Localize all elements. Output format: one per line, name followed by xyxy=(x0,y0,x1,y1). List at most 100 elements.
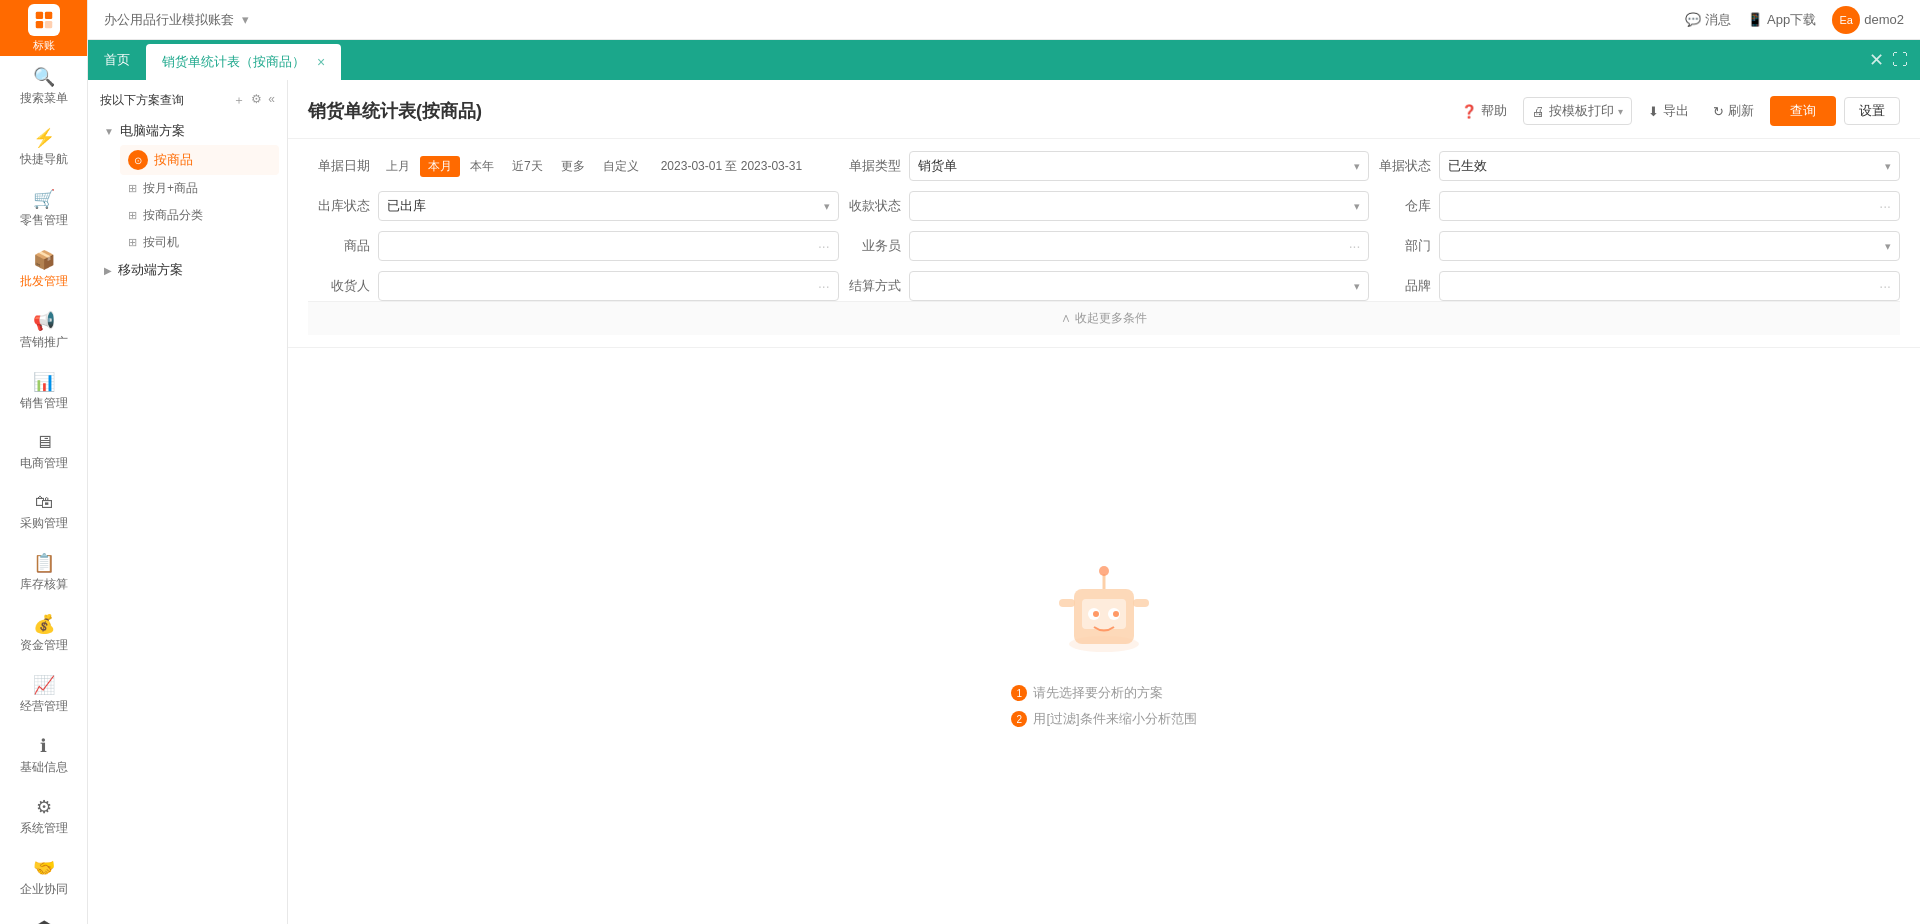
doc-status-select[interactable]: 已生效 ▾ xyxy=(1439,151,1900,181)
tab-bar: 首页 销货单统计表（按商品） × ✕ ⛶ xyxy=(88,40,1920,80)
sidebar-item-retail[interactable]: 🛒 零售管理 xyxy=(0,178,88,239)
svg-rect-3 xyxy=(44,20,51,27)
tab-home[interactable]: 首页 xyxy=(88,40,146,80)
app-download-btn[interactable]: 📱 App下载 xyxy=(1747,11,1816,29)
svg-rect-2 xyxy=(35,20,42,27)
query-btn[interactable]: 查询 xyxy=(1770,96,1836,126)
filter-cell-doc-type: 单据类型 销货单 ▾ xyxy=(839,151,1370,181)
user-name: demo2 xyxy=(1864,12,1904,27)
refresh-btn[interactable]: ↻ 刷新 xyxy=(1705,98,1762,124)
date-tabs: 上月 本月 本年 近7天 更多 自定义 xyxy=(378,156,647,177)
sidebar-item-search-label: 搜索菜单 xyxy=(20,90,68,107)
left-panel: 按以下方案查询 ＋ ⚙ « ▼ 电脑端方案 ⊙ xyxy=(88,80,288,924)
sidebar-item-wholesale[interactable]: 📦 批发管理 xyxy=(0,239,88,300)
tab-close-btn[interactable]: × xyxy=(317,54,325,70)
collapse-panel-btn[interactable]: « xyxy=(268,92,275,109)
tip-text-1: 请先选择要分析的方案 xyxy=(1033,684,1163,702)
tree-item-by-driver[interactable]: ⊞ 按司机 xyxy=(120,229,279,256)
settings-btn[interactable]: 设置 xyxy=(1844,97,1900,125)
tab-minimize-btn[interactable]: ✕ xyxy=(1869,49,1884,71)
receiver-input[interactable]: ··· xyxy=(378,271,839,301)
doc-type-select[interactable]: 销货单 ▾ xyxy=(909,151,1370,181)
sidebar-item-beginner[interactable]: 🎓 新手引导 xyxy=(0,908,88,924)
message-label: 消息 xyxy=(1705,11,1731,29)
sidebar-item-basic-info[interactable]: ℹ 基础信息 xyxy=(0,725,88,786)
tree-group-mobile[interactable]: ▶ 移动端方案 xyxy=(96,256,279,284)
marketing-icon: 📢 xyxy=(33,310,55,332)
filter-cell-collect-status: 收款状态 ▾ xyxy=(839,191,1370,221)
tree-item-by-month-goods-label: 按月+商品 xyxy=(143,180,198,197)
salesman-input[interactable]: ··· xyxy=(909,231,1370,261)
app-logo: 标账 xyxy=(0,0,88,56)
date-tab-this-month[interactable]: 本月 xyxy=(420,156,460,177)
filter-cell-goods: 商品 ··· xyxy=(308,231,839,261)
out-status-select[interactable]: 已出库 ▾ xyxy=(378,191,839,221)
sidebar-item-quick-nav[interactable]: ⚡ 快捷导航 xyxy=(0,117,88,178)
sidebar-item-ecommerce[interactable]: 🖥 电商管理 xyxy=(0,422,88,482)
dept-label: 部门 xyxy=(1369,237,1439,255)
tab-sales-stats-label: 销货单统计表（按商品） xyxy=(162,53,305,71)
sidebar-item-finance[interactable]: 💰 资金管理 xyxy=(0,603,88,664)
sidebar-item-enterprise[interactable]: 🤝 企业协同 xyxy=(0,847,88,908)
header-left: 办公用品行业模拟账套 ▾ xyxy=(104,11,249,29)
tree-group-pc[interactable]: ▼ 电脑端方案 xyxy=(96,117,279,145)
svg-rect-14 xyxy=(1133,599,1149,607)
inventory-icon: 📋 xyxy=(33,552,55,574)
sidebar-item-inventory[interactable]: 📋 库存核算 xyxy=(0,542,88,603)
sidebar-item-wholesale-label: 批发管理 xyxy=(20,273,68,290)
date-tab-this-year[interactable]: 本年 xyxy=(462,156,502,177)
svg-rect-13 xyxy=(1059,599,1075,607)
filter-row-2: 出库状态 已出库 ▾ 收款状态 ▾ xyxy=(308,191,1900,221)
date-range-value: 2023-03-01 至 2023-03-31 xyxy=(661,158,802,175)
tree-item-by-category[interactable]: ⊞ 按商品分类 xyxy=(120,202,279,229)
collapse-bar[interactable]: ∧ 收起更多条件 xyxy=(308,301,1900,335)
filter-area: 单据日期 上月 本月 本年 近7天 更多 自定义 2023-03-01 至 20… xyxy=(288,139,1920,348)
date-tab-7days[interactable]: 近7天 xyxy=(504,156,551,177)
purchase-icon: 🛍 xyxy=(35,492,53,513)
help-btn[interactable]: ❓ 帮助 xyxy=(1453,98,1515,124)
tree-item-by-month-goods[interactable]: ⊞ 按月+商品 xyxy=(120,175,279,202)
filter-row-1: 单据日期 上月 本月 本年 近7天 更多 自定义 2023-03-01 至 20… xyxy=(308,151,1900,181)
export-btn[interactable]: ⬇ 导出 xyxy=(1640,98,1697,124)
tab-sales-stats[interactable]: 销货单统计表（按商品） × xyxy=(146,44,341,80)
sidebar-item-purchase[interactable]: 🛍 采购管理 xyxy=(0,482,88,542)
tree-item-by-goods[interactable]: ⊙ 按商品 xyxy=(120,145,279,175)
collect-status-select[interactable]: ▾ xyxy=(909,191,1370,221)
left-panel-header: 按以下方案查询 ＋ ⚙ « xyxy=(88,92,287,117)
date-tab-last-month[interactable]: 上月 xyxy=(378,156,418,177)
settle-select[interactable]: ▾ xyxy=(909,271,1370,301)
user-profile-btn[interactable]: Ea demo2 xyxy=(1832,6,1904,34)
goods-input[interactable]: ··· xyxy=(378,231,839,261)
sidebar-item-system[interactable]: ⚙ 系统管理 xyxy=(0,786,88,847)
svg-point-12 xyxy=(1099,566,1109,576)
date-label: 单据日期 xyxy=(308,157,378,175)
brand-dots-icon: ··· xyxy=(1879,278,1891,294)
brand-input[interactable]: ··· xyxy=(1439,271,1900,301)
filter-cell-salesman: 业务员 ··· xyxy=(839,231,1370,261)
print-btn[interactable]: 🖨 按模板打印 ▾ xyxy=(1523,97,1632,125)
filter-row-4: 收货人 ··· 结算方式 ▾ xyxy=(308,271,1900,301)
date-tab-custom[interactable]: 自定义 xyxy=(595,156,647,177)
tree-item-by-goods-label: 按商品 xyxy=(154,151,193,169)
wholesale-icon: 📦 xyxy=(33,249,55,271)
sidebar-item-sales[interactable]: 📊 销售管理 xyxy=(0,361,88,422)
date-tab-more[interactable]: 更多 xyxy=(553,156,593,177)
doc-status-label: 单据状态 xyxy=(1369,157,1439,175)
app-download-icon: 📱 xyxy=(1747,12,1763,27)
sidebar-item-marketing[interactable]: 📢 营销推广 xyxy=(0,300,88,361)
right-panel: 销货单统计表(按商品) ❓ 帮助 🖨 按模板打印 ▾ ⬇ 导出 xyxy=(288,80,1920,924)
app-label: 标账 xyxy=(33,38,55,53)
tip-num-2: 2 xyxy=(1011,711,1027,727)
scheme-settings-btn[interactable]: ⚙ xyxy=(251,92,262,109)
filter-cell-receiver: 收货人 ··· xyxy=(308,271,839,301)
add-scheme-btn[interactable]: ＋ xyxy=(233,92,245,109)
sidebar-item-search[interactable]: 🔍 搜索菜单 xyxy=(0,56,88,117)
filter-cell-warehouse: 仓库 ··· xyxy=(1369,191,1900,221)
warehouse-input[interactable]: ··· xyxy=(1439,191,1900,221)
sidebar-item-operations[interactable]: 📈 经营管理 xyxy=(0,664,88,725)
tab-expand-btn[interactable]: ⛶ xyxy=(1892,51,1908,69)
industry-dropdown-icon[interactable]: ▾ xyxy=(242,12,249,27)
message-btn[interactable]: 💬 消息 xyxy=(1685,11,1731,29)
filter-cell-out-status: 出库状态 已出库 ▾ xyxy=(308,191,839,221)
dept-select[interactable]: ▾ xyxy=(1439,231,1900,261)
